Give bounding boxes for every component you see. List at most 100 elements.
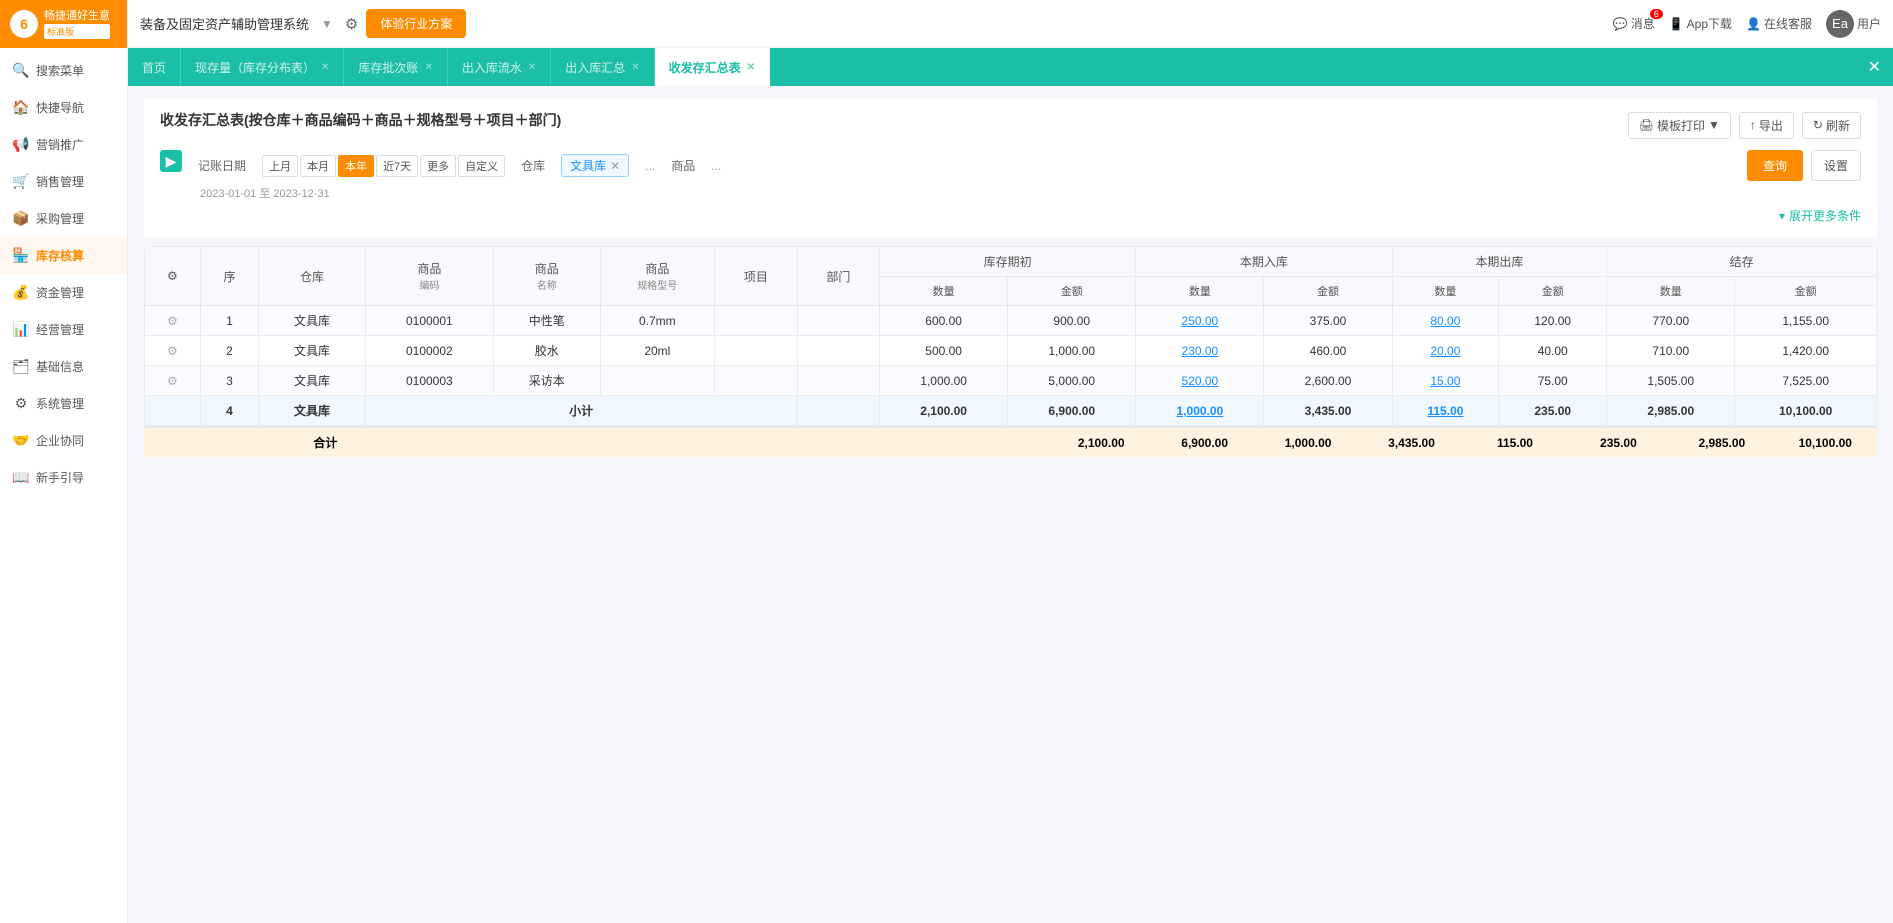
- warehouse-tag-remove[interactable]: ✕: [610, 159, 620, 173]
- goods-more-btn[interactable]: ...: [711, 159, 721, 173]
- tab-inout-summary-close[interactable]: ✕: [631, 62, 639, 73]
- subtotal-out-qty[interactable]: 115.00: [1392, 396, 1499, 426]
- cell-project: [715, 366, 797, 396]
- basic-icon: 🗂: [12, 358, 30, 375]
- date-btn-7days[interactable]: 近7天: [376, 155, 418, 177]
- chevron-down-icon: ▼: [1708, 118, 1720, 132]
- tab-stock-dist[interactable]: 现存量（库存分布表） ✕: [181, 48, 344, 86]
- tab-inout-flow-close[interactable]: ✕: [528, 62, 536, 73]
- sidebar-item-system[interactable]: ⚙ 系统管理: [0, 385, 127, 422]
- app-label: App下载: [1687, 15, 1732, 32]
- sidebar-item-label: 新手引导: [36, 469, 84, 486]
- cell-balance-qty: 1,505.00: [1607, 366, 1735, 396]
- date-label: 记账日期: [198, 157, 246, 174]
- cell-in-qty[interactable]: 230.00: [1136, 336, 1264, 366]
- cell-settings[interactable]: ⚙: [145, 366, 201, 396]
- cell-project: [715, 336, 797, 366]
- tab-batch-label: 库存批次账: [358, 59, 418, 76]
- tab-stock-dist-close[interactable]: ✕: [321, 62, 329, 73]
- th-opening: 库存期初: [880, 247, 1136, 277]
- sidebar-item-enterprise[interactable]: 🤝 企业协同: [0, 422, 127, 459]
- cell-out-qty[interactable]: 20.00: [1392, 336, 1499, 366]
- table-row: ⚙ 1 文具库 0100001 中性笔 0.7mm 600.00 900.00 …: [145, 306, 1877, 336]
- footer-in-qty: 1,000.00: [1256, 436, 1359, 450]
- sidebar-item-marketing[interactable]: 📢 营销推广: [0, 126, 127, 163]
- date-btn-more[interactable]: 更多: [420, 155, 456, 177]
- sidebar-item-finance[interactable]: 💰 资金管理: [0, 274, 127, 311]
- date-btn-this-year[interactable]: 本年: [338, 155, 374, 177]
- sidebar-item-label: 资金管理: [36, 284, 84, 301]
- sidebar-item-search[interactable]: 🔍 搜索菜单: [0, 52, 127, 89]
- cell-out-qty[interactable]: 80.00: [1392, 306, 1499, 336]
- query-btn[interactable]: 查询: [1747, 150, 1803, 181]
- warehouse-more-btn[interactable]: ...: [645, 159, 655, 173]
- sidebar-item-operation[interactable]: 📊 经营管理: [0, 311, 127, 348]
- th-in: 本期入库: [1136, 247, 1392, 277]
- sidebar-item-newbie[interactable]: 📖 新手引导: [0, 459, 127, 496]
- footer-in-amt: 3,435.00: [1360, 436, 1463, 450]
- service-item[interactable]: 👤 在线客服: [1746, 15, 1812, 32]
- cell-opening-amt: 900.00: [1008, 306, 1136, 336]
- th-opening-amt: 金额: [1008, 277, 1136, 306]
- cell-out-qty[interactable]: 15.00: [1392, 366, 1499, 396]
- refresh-icon: ↻: [1813, 118, 1823, 132]
- cell-out-amt: 75.00: [1499, 366, 1607, 396]
- cell-balance-amt: 1,420.00: [1735, 336, 1877, 366]
- export-icon: ↑: [1750, 118, 1756, 132]
- tab-inout-flow[interactable]: 出入库流水 ✕: [448, 48, 551, 86]
- sidebar-item-inventory[interactable]: 🏪 库存核算: [0, 237, 127, 274]
- tabbar: 首页 现存量（库存分布表） ✕ 库存批次账 ✕ 出入库流水 ✕ 出入库汇总 ✕ …: [128, 48, 1893, 86]
- gear-icon[interactable]: ⚙: [345, 15, 358, 33]
- th-settings[interactable]: ⚙: [145, 247, 201, 306]
- cell-warehouse: 文具库: [259, 336, 366, 366]
- th-goods-spec: 商品规格型号: [600, 247, 715, 306]
- tabbar-close-all[interactable]: ✕: [1856, 57, 1893, 77]
- cell-in-qty[interactable]: 520.00: [1136, 366, 1264, 396]
- cell-goods-code: 0100001: [365, 306, 493, 336]
- toggle-filter-btn[interactable]: ▶: [160, 150, 182, 172]
- footer-out-amt: 235.00: [1567, 436, 1670, 450]
- message-icon: 💬: [1613, 17, 1628, 31]
- cell-settings[interactable]: ⚙: [145, 306, 201, 336]
- trial-btn[interactable]: 体验行业方案: [366, 9, 466, 38]
- date-btn-last-month[interactable]: 上月: [262, 155, 298, 177]
- date-btn-this-month[interactable]: 本月: [300, 155, 336, 177]
- sidebar: 6 畅捷通好生意 标准版 🔍 搜索菜单 🏠 快捷导航 📢 营销推广 🛒 销售管理…: [0, 0, 128, 923]
- tab-home[interactable]: 首页: [128, 48, 181, 86]
- refresh-btn[interactable]: ↻ 刷新: [1802, 112, 1861, 139]
- tab-receive-summary-close[interactable]: ✕: [747, 62, 755, 73]
- export-btn[interactable]: ↑ 导出: [1739, 112, 1794, 139]
- tab-batch-close[interactable]: ✕: [424, 62, 432, 73]
- logo-text: 畅捷通好生意 标准版: [44, 9, 110, 38]
- warehouse-tag-value: 文具库: [570, 157, 606, 174]
- table-footer: 合计 2,100.00 6,900.00 1,000.00 3,435.00 1…: [144, 426, 1877, 457]
- expand-more-btn[interactable]: ▾ 展开更多条件: [1779, 207, 1861, 224]
- subtotal-in-qty[interactable]: 1,000.00: [1136, 396, 1264, 426]
- sidebar-item-sales[interactable]: 🛒 销售管理: [0, 163, 127, 200]
- cell-warehouse: 文具库: [259, 366, 366, 396]
- cell-in-qty[interactable]: 250.00: [1136, 306, 1264, 336]
- cell-goods-spec: 0.7mm: [600, 306, 715, 336]
- warehouse-label: 仓库: [521, 157, 545, 174]
- sidebar-item-basic[interactable]: 🗂 基础信息: [0, 348, 127, 385]
- tab-inout-flow-label: 出入库流水: [462, 59, 522, 76]
- template-print-btn[interactable]: 🖨 模板打印 ▼: [1628, 112, 1731, 139]
- cell-no: 1: [200, 306, 258, 336]
- settings-btn[interactable]: 设置: [1811, 150, 1861, 181]
- cell-department: [797, 366, 879, 396]
- sidebar-item-purchase[interactable]: 📦 采购管理: [0, 200, 127, 237]
- date-btn-custom[interactable]: 自定义: [458, 155, 505, 177]
- tab-receive-summary[interactable]: 收发存汇总表 ✕: [655, 48, 770, 86]
- message-icon-item[interactable]: 💬 消息 6: [1613, 15, 1655, 32]
- content: 收发存汇总表(按仓库＋商品编码＋商品＋规格型号＋项目＋部门) 🖨 模板打印 ▼ …: [128, 86, 1893, 923]
- sidebar-item-quick[interactable]: 🏠 快捷导航: [0, 89, 127, 126]
- tab-inout-summary[interactable]: 出入库汇总 ✕: [551, 48, 654, 86]
- tab-batch[interactable]: 库存批次账 ✕: [344, 48, 447, 86]
- app-download-item[interactable]: 📱 App下载: [1669, 15, 1732, 32]
- th-department: 部门: [797, 247, 879, 306]
- user-item[interactable]: Ea 用户: [1826, 10, 1881, 38]
- cell-goods-name: 胶水: [493, 336, 600, 366]
- cell-settings[interactable]: ⚙: [145, 336, 201, 366]
- sidebar-item-label: 企业协同: [36, 432, 84, 449]
- page-title: 收发存汇总表(按仓库＋商品编码＋商品＋规格型号＋项目＋部门): [160, 110, 561, 130]
